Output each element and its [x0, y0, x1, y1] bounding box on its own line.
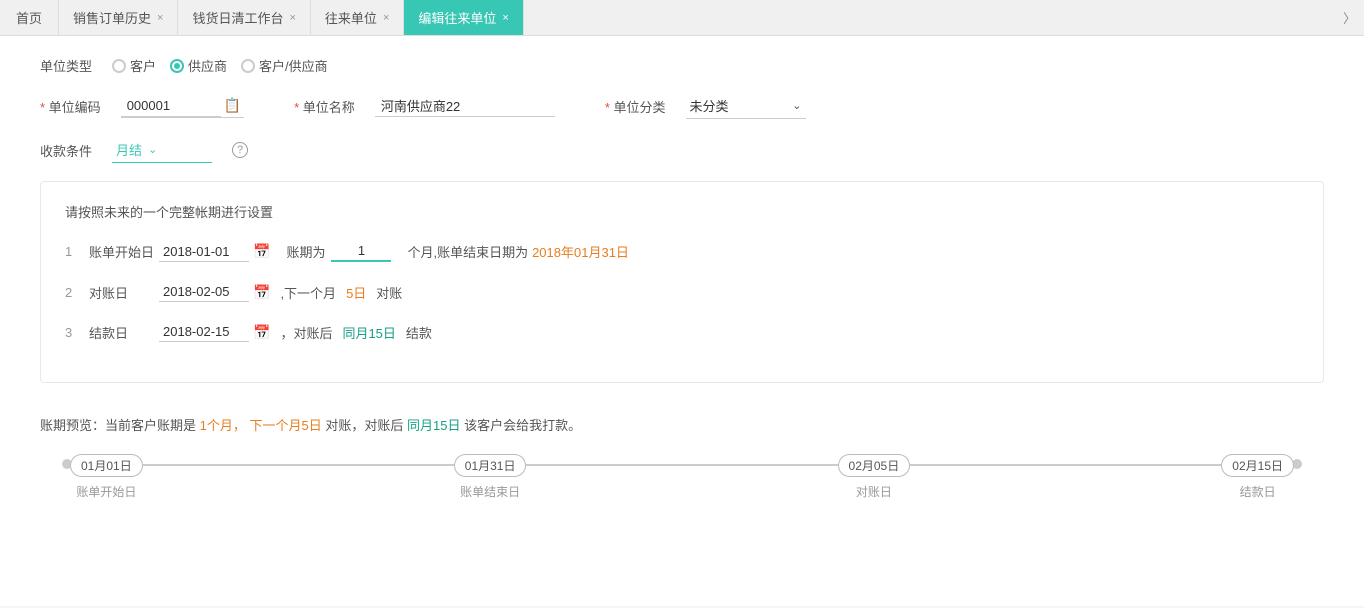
- payment-desc-pre: ，对账后: [280, 323, 332, 342]
- timeline-point-4: 02月15日 结款日: [1221, 454, 1294, 500]
- reconcile-date-calendar-icon[interactable]: 📅: [253, 284, 270, 301]
- timeline-point-2: 01月31日 账单结束日: [454, 454, 527, 500]
- radio-customer-supplier[interactable]: 客户/供应商: [241, 56, 328, 75]
- payment-terms-label: 收款条件: [40, 141, 92, 160]
- start-date-calendar-icon[interactable]: 📅: [253, 243, 270, 260]
- row-num-1: 1: [65, 244, 89, 259]
- help-icon[interactable]: ?: [232, 142, 248, 158]
- unit-category-select[interactable]: 未分类 ⌄: [686, 93, 806, 119]
- start-date-desc-prefix: 账期为: [286, 242, 325, 261]
- tab-home-label: 首页: [16, 8, 42, 27]
- tab-bar: 首页 销售订单历史 × 钱货日清工作台 × 往来单位 × 编辑往来单位 × 〉: [0, 0, 1364, 36]
- timeline-badge-1: 01月01日: [70, 454, 143, 477]
- tab-partner-units[interactable]: 往来单位 ×: [311, 0, 404, 35]
- payment-date-input-wrap: 📅: [159, 322, 270, 342]
- row-num-3: 3: [65, 325, 89, 340]
- tab-cash-workbench-label: 钱货日清工作台: [192, 8, 283, 27]
- end-date-value: 2018年01月31日: [532, 242, 629, 261]
- reconcile-date-label: 对账日: [89, 283, 159, 302]
- payment-desc-post: 结款: [406, 323, 432, 342]
- payment-terms-value: 月结: [116, 140, 142, 159]
- radio-customer-circle: [112, 59, 126, 73]
- unit-type-radio-group: 客户 供应商 客户/供应商: [112, 56, 328, 75]
- timeline-point-1: 01月01日 账单开始日: [70, 454, 143, 500]
- radio-customer-supplier-circle: [241, 59, 255, 73]
- reconcile-date-input[interactable]: [159, 282, 249, 302]
- radio-supplier-label: 供应商: [188, 56, 227, 75]
- unit-name-input[interactable]: [375, 95, 555, 117]
- tab-cash-workbench-close[interactable]: ×: [289, 12, 295, 24]
- tab-expand-button[interactable]: 〉: [1335, 0, 1364, 35]
- timeline-badge-2: 01月31日: [454, 454, 527, 477]
- start-date-input-wrap: 📅: [159, 242, 270, 262]
- timeline-point-3: 02月05日 对账日: [838, 454, 911, 500]
- reconcile-desc-post: 对账: [376, 283, 402, 302]
- tab-sales-history-label: 销售订单历史: [73, 8, 151, 27]
- timeline: 01月01日 账单开始日 01月31日 账单结束日 02月05日 对账日 02月…: [40, 454, 1324, 500]
- payment-terms-select[interactable]: 月结 ⌄: [112, 137, 212, 163]
- timeline-badge-3: 02月05日: [838, 454, 911, 477]
- period-settings-section: 请按照未来的一个完整帐期进行设置 1 账单开始日 📅 账期为 个月,账单结束日期…: [40, 181, 1324, 383]
- unit-code-icon[interactable]: 📋: [221, 97, 244, 114]
- preview-suffix: 该客户会给我打款。: [464, 418, 581, 433]
- payment-date-label: 结款日: [89, 323, 159, 342]
- timeline-label-1: 账单开始日: [76, 483, 136, 500]
- unit-name-label: 单位名称: [294, 97, 355, 116]
- payment-terms-row: 收款条件 月结 ⌄ ?: [40, 137, 1324, 163]
- reconcile-desc-pre: ,下一个月: [280, 283, 336, 302]
- tab-edit-partner[interactable]: 编辑往来单位 ×: [404, 0, 523, 35]
- start-date-desc-suffix: 个月,账单结束日期为: [407, 242, 528, 261]
- timeline-label-4: 结款日: [1240, 483, 1276, 500]
- unit-info-row: 单位编码 📋 单位名称 单位分类 未分类 ⌄: [40, 93, 1324, 119]
- tab-sales-history-close[interactable]: ×: [157, 12, 163, 24]
- timeline-label-2: 账单结束日: [460, 483, 520, 500]
- tab-cash-workbench[interactable]: 钱货日清工作台 ×: [178, 0, 310, 35]
- radio-customer-supplier-label: 客户/供应商: [259, 56, 328, 75]
- reconcile-day-highlight: 5日: [346, 283, 366, 302]
- timeline-label-3: 对账日: [856, 483, 892, 500]
- preview-section: 账期预览：当前客户账期是 1个月， 下一个月5日 对账，对账后 同月15日 该客…: [40, 399, 1324, 510]
- start-date-input[interactable]: [159, 242, 249, 262]
- start-date-label: 账单开始日: [89, 242, 159, 261]
- payment-terms-arrow-icon: ⌄: [148, 143, 157, 156]
- start-date-row: 1 账单开始日 📅 账期为 个月,账单结束日期为 2018年01月31日: [65, 241, 1299, 262]
- preview-text: 账期预览：当前客户账期是 1个月， 下一个月5日 对账，对账后 同月15日 该客…: [40, 415, 1324, 434]
- payment-date-calendar-icon[interactable]: 📅: [253, 324, 270, 341]
- unit-category-label: 单位分类: [605, 97, 666, 116]
- preview-same-day: 同月15日: [407, 418, 460, 433]
- month-input[interactable]: [331, 241, 391, 262]
- radio-supplier-circle: [170, 59, 184, 73]
- radio-supplier[interactable]: 供应商: [170, 56, 227, 75]
- preview-prefix: 账期预览：当前客户账期是: [40, 418, 196, 433]
- unit-type-row: 单位类型 客户 供应商 客户/供应商: [40, 56, 1324, 75]
- section-title: 请按照未来的一个完整帐期进行设置: [65, 202, 1299, 221]
- preview-middle: 对账，对账后: [325, 418, 403, 433]
- main-content: 单位类型 客户 供应商 客户/供应商 单位编码 📋 单位名称 单位分类: [0, 36, 1364, 606]
- tab-sales-history[interactable]: 销售订单历史 ×: [59, 0, 178, 35]
- payment-date-input[interactable]: [159, 322, 249, 342]
- unit-code-label: 单位编码: [40, 97, 101, 116]
- reconcile-date-input-wrap: 📅: [159, 282, 270, 302]
- timeline-badge-4: 02月15日: [1221, 454, 1294, 477]
- tab-edit-partner-close[interactable]: ×: [502, 12, 508, 24]
- payment-date-row: 3 结款日 📅 ，对账后 同月15日 结款: [65, 322, 1299, 342]
- row-num-2: 2: [65, 285, 89, 300]
- unit-code-input-wrap: 📋: [121, 95, 244, 118]
- unit-category-arrow: ⌄: [792, 99, 801, 112]
- radio-customer-label: 客户: [130, 56, 156, 75]
- tab-partner-units-close[interactable]: ×: [383, 12, 389, 24]
- timeline-points: 01月01日 账单开始日 01月31日 账单结束日 02月05日 对账日 02月…: [70, 454, 1294, 500]
- unit-type-label: 单位类型: [40, 56, 92, 75]
- unit-category-value: 未分类: [690, 96, 729, 115]
- unit-code-input[interactable]: [121, 95, 221, 117]
- reconcile-date-row: 2 对账日 📅 ,下一个月 5日 对账: [65, 282, 1299, 302]
- preview-months: 1个月，: [200, 418, 246, 433]
- preview-next-day: 下一个月5日: [250, 418, 322, 433]
- tab-partner-units-label: 往来单位: [325, 8, 377, 27]
- tab-home[interactable]: 首页: [0, 0, 59, 35]
- radio-customer[interactable]: 客户: [112, 56, 156, 75]
- tab-edit-partner-label: 编辑往来单位: [418, 8, 496, 27]
- payment-same-month: 同月15日: [342, 323, 395, 342]
